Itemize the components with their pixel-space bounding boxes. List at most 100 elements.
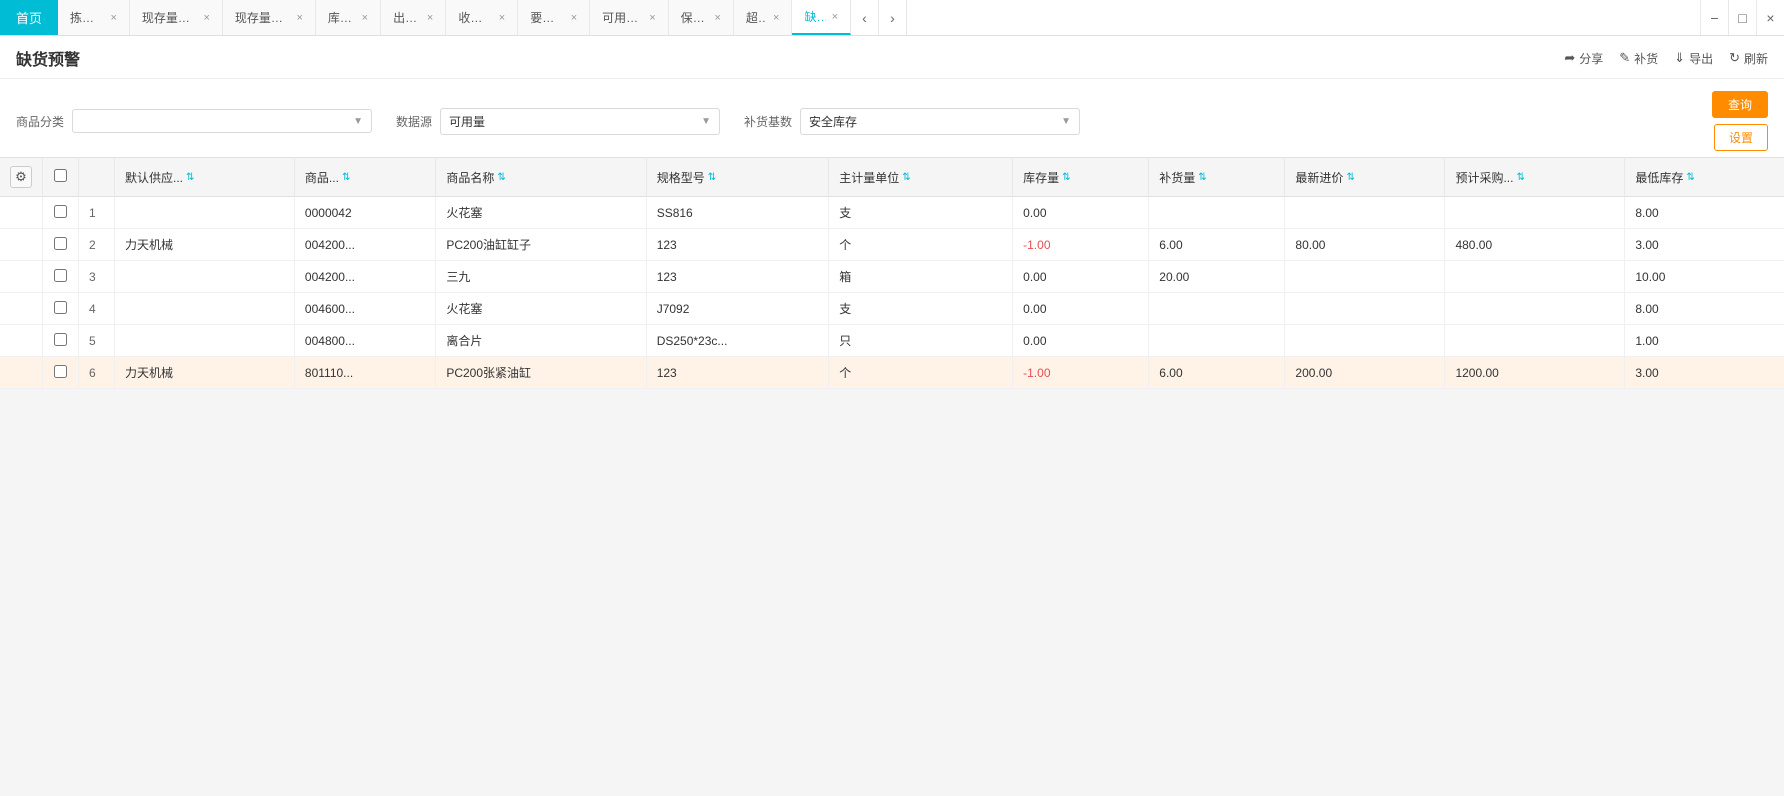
td-supplier-2 (115, 261, 295, 293)
tab-close-inout-flow[interactable]: × (427, 12, 433, 24)
th-est-purchase[interactable]: 预计采购... ⇅ (1445, 158, 1625, 197)
tab-item-requisition-stat[interactable]: 要货单统计表 × (518, 0, 590, 35)
tab-bar: 首页 拣货异常处理×现存量（库存状况表）×现存量（库存分布表）×库存批次账×出入… (0, 0, 1784, 36)
sort-unit[interactable]: 主计量单位 ⇅ (839, 169, 1002, 186)
tab-close-abnormal[interactable]: × (110, 12, 116, 24)
sort-stock-qty-icon: ⇅ (1062, 172, 1070, 183)
td-checkbox-3[interactable] (43, 293, 79, 325)
tab-item-batch-account[interactable]: 库存批次账× (316, 0, 381, 35)
sort-restock-qty[interactable]: 补货量 ⇅ (1159, 169, 1274, 186)
row-checkbox-2[interactable] (54, 269, 67, 282)
tab-close-overstock-warning[interactable]: × (773, 12, 779, 24)
th-spec[interactable]: 规格型号 ⇅ (646, 158, 829, 197)
tab-close-batch-account[interactable]: × (362, 12, 368, 24)
sort-product-code[interactable]: 商品... ⇅ (305, 169, 425, 186)
tab-item-overstock-warning[interactable]: 超储预警× (734, 0, 793, 35)
sort-supplier[interactable]: 默认供应... ⇅ (125, 169, 284, 186)
th-checkbox[interactable] (43, 158, 79, 197)
row-checkbox-4[interactable] (54, 333, 67, 346)
tab-close-inventory-status[interactable]: × (203, 12, 209, 24)
th-unit-label: 主计量单位 (839, 169, 899, 186)
tab-close-collect-summary[interactable]: × (499, 12, 505, 24)
td-min-stock-4: 1.00 (1625, 325, 1784, 357)
td-latest-price-2 (1285, 261, 1445, 293)
filter-bar: 商品分类 ▼ 数据源 可用量 ▼ 补货基数 安全库存 ▼ 查询 设置 (0, 79, 1784, 157)
tab-item-expiry-query[interactable]: 保质期查询× (669, 0, 734, 35)
table-row: 2 力天机械 004200... PC200油缸缸子 123 个 -1.00 6… (0, 229, 1784, 261)
th-latest-price[interactable]: 最新进价 ⇅ (1285, 158, 1445, 197)
close-btn-window[interactable]: × (1756, 0, 1784, 35)
tab-item-shortage-warning[interactable]: 缺货预警 × (792, 0, 851, 35)
th-stock-qty[interactable]: 库存量 ⇅ (1013, 158, 1149, 197)
column-settings-icon[interactable]: ⚙ (10, 166, 32, 188)
sort-stock-qty[interactable]: 库存量 ⇅ (1023, 169, 1138, 186)
query-button[interactable]: 查询 (1712, 91, 1768, 118)
minimize-btn[interactable]: − (1700, 0, 1728, 35)
td-supplier-3 (115, 293, 295, 325)
window-controls: − □ × (1700, 0, 1784, 35)
tab-item-inventory-status[interactable]: 现存量（库存状况表）× (130, 0, 223, 35)
row-checkbox-1[interactable] (54, 237, 67, 250)
td-restock-qty-4 (1149, 325, 1285, 357)
datasource-select[interactable]: 可用量 ▼ (440, 108, 720, 135)
tab-item-inout-flow[interactable]: 出入库流水× (381, 0, 446, 35)
td-unit-4: 只 (829, 325, 1013, 357)
select-all-checkbox[interactable] (54, 169, 67, 182)
tab-close-inventory-dist[interactable]: × (296, 12, 302, 24)
tab-label-shortage-warning: 缺货预警 (804, 8, 825, 25)
tab-close-requisition-stat[interactable]: × (571, 12, 577, 24)
tab-next-btn[interactable]: › (879, 0, 907, 35)
tab-close-shortage-warning[interactable]: × (832, 11, 838, 23)
td-checkbox-4[interactable] (43, 325, 79, 357)
tab-item-available-ledger[interactable]: 可用量库存账本× (590, 0, 669, 35)
row-checkbox-0[interactable] (54, 205, 67, 218)
tab-close-available-ledger[interactable]: × (649, 12, 655, 24)
td-settings-2 (0, 261, 43, 293)
tab-prev-btn[interactable]: ‹ (851, 0, 879, 35)
share-btn[interactable]: ➦ 分享 (1564, 50, 1603, 67)
th-supplier[interactable]: 默认供应... ⇅ (115, 158, 295, 197)
tab-item-abnormal[interactable]: 拣货异常处理× (58, 0, 130, 35)
td-stock-qty-1: -1.00 (1013, 229, 1149, 261)
sort-est-purchase[interactable]: 预计采购... ⇅ (1455, 169, 1614, 186)
row-checkbox-5[interactable] (54, 365, 67, 378)
td-settings-3 (0, 293, 43, 325)
td-checkbox-2[interactable] (43, 261, 79, 293)
tab-home[interactable]: 首页 (0, 0, 58, 35)
category-arrow-icon: ▼ (353, 116, 363, 127)
category-value (81, 114, 84, 128)
th-spec-label: 规格型号 (657, 169, 705, 186)
td-product-code-5: 801110... (294, 357, 435, 389)
td-supplier-0 (115, 197, 295, 229)
tab-item-inventory-dist[interactable]: 现存量（库存分布表）× (223, 0, 316, 35)
th-restock-qty[interactable]: 补货量 ⇅ (1149, 158, 1285, 197)
th-settings[interactable]: ⚙ (0, 158, 43, 197)
restock-btn[interactable]: ✎ 补货 (1619, 50, 1658, 67)
replenish-select[interactable]: 安全库存 ▼ (800, 108, 1080, 135)
category-select[interactable]: ▼ (72, 109, 372, 133)
sort-spec[interactable]: 规格型号 ⇅ (657, 169, 819, 186)
refresh-btn[interactable]: ↻ 刷新 (1729, 50, 1768, 67)
th-product-code[interactable]: 商品... ⇅ (294, 158, 435, 197)
tab-item-collect-summary[interactable]: 收发存汇总表× (446, 0, 518, 35)
export-icon: ⇓ (1674, 50, 1685, 66)
td-checkbox-5[interactable] (43, 357, 79, 389)
maximize-btn[interactable]: □ (1728, 0, 1756, 35)
td-checkbox-0[interactable] (43, 197, 79, 229)
td-restock-qty-2: 20.00 (1149, 261, 1285, 293)
row-checkbox-3[interactable] (54, 301, 67, 314)
td-est-purchase-3 (1445, 293, 1625, 325)
sort-min-stock[interactable]: 最低库存 ⇅ (1635, 169, 1774, 186)
tab-close-expiry-query[interactable]: × (714, 12, 720, 24)
th-product-name[interactable]: 商品名称 ⇅ (436, 158, 646, 197)
sort-product-name[interactable]: 商品名称 ⇅ (446, 169, 635, 186)
export-btn[interactable]: ⇓ 导出 (1674, 50, 1713, 67)
tab-label-requisition-stat: 要货单统计表 (530, 9, 564, 26)
sort-latest-price[interactable]: 最新进价 ⇅ (1295, 169, 1434, 186)
th-min-stock[interactable]: 最低库存 ⇅ (1625, 158, 1784, 197)
td-spec-5: 123 (646, 357, 829, 389)
th-unit[interactable]: 主计量单位 ⇅ (829, 158, 1013, 197)
td-checkbox-1[interactable] (43, 229, 79, 261)
settings-button[interactable]: 设置 (1714, 124, 1768, 151)
table-row: 6 力天机械 801110... PC200张紧油缸 123 个 -1.00 6… (0, 357, 1784, 389)
